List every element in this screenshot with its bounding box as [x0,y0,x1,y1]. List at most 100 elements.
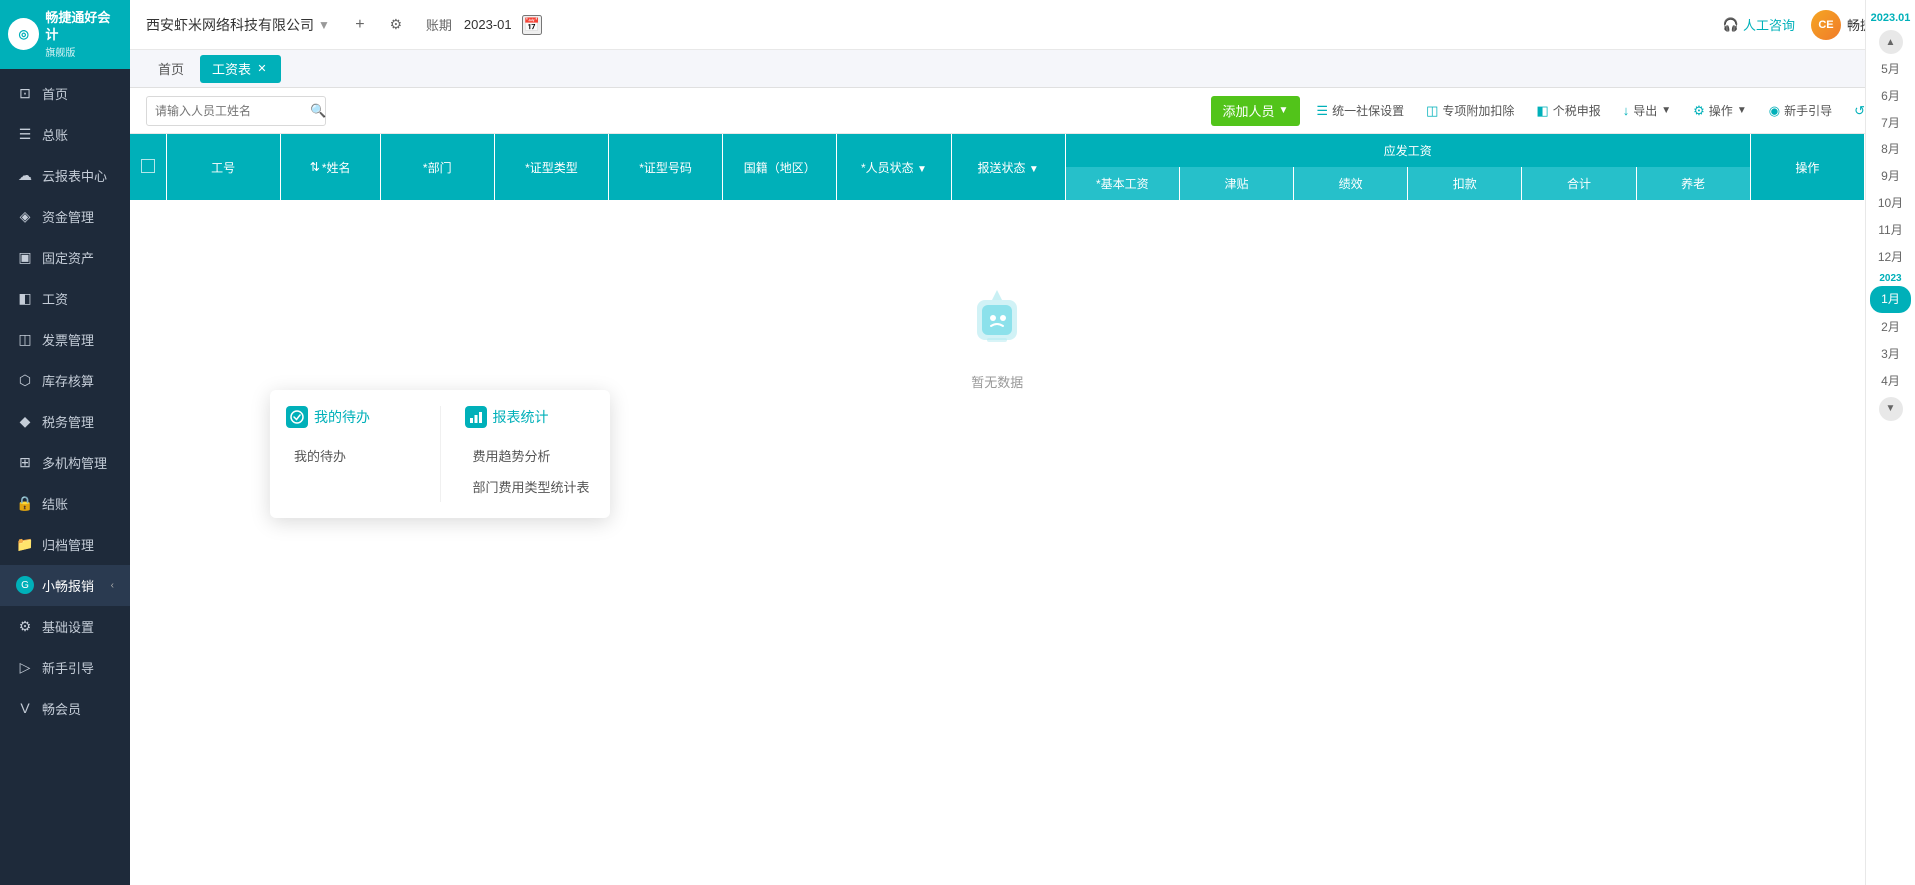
sidebar-item-archive[interactable]: 📁 归档管理 [0,524,130,565]
export-label: 导出 [1633,102,1657,119]
timeline-month-8[interactable]: 8月 [1866,136,1915,163]
sidebar-item-fund[interactable]: ◈ 资金管理 [0,196,130,237]
sidebar-item-guide[interactable]: ▷ 新手引导 [0,647,130,688]
th-department: *部门 [380,134,494,200]
sidebar-item-cloud-report[interactable]: ☁ 云报表中心 [0,155,130,196]
th-cert-type: *证型类型 [494,134,608,200]
individual-tax-button[interactable]: ◧ 个税申报 [1530,98,1606,123]
home-icon: ⊡ [16,85,34,102]
th-person-status: *人员状态 ▼ [837,134,951,200]
basic-icon: ⚙ [16,618,34,635]
sidebar-item-basic[interactable]: ⚙ 基础设置 [0,606,130,647]
timeline-month-1[interactable]: 1月 [1870,286,1911,313]
timeline-month-2[interactable]: 2月 [1866,314,1915,341]
timeline-month-11[interactable]: 11月 [1866,217,1915,244]
operations-icon: ⚙ [1693,103,1705,119]
th-cert-number: *证型号码 [609,134,723,200]
sidebar-item-tax[interactable]: ◆ 税务管理 [0,401,130,442]
sidebar-item-salary[interactable]: ◧ 工资 [0,278,130,319]
tab-salary[interactable]: 工资表 ✕ [200,55,281,83]
sidebar-item-closing[interactable]: 🔒 结账 [0,483,130,524]
timeline-month-12[interactable]: 12月 [1866,244,1915,271]
th-performance: 绩效 [1294,167,1408,200]
timeline-month-7[interactable]: 7月 [1866,110,1915,137]
th-should-pay: 应发工资 [1065,134,1750,167]
headset-icon: 🎧 [1723,17,1739,33]
sidebar-item-xiaochang[interactable]: G 小畅报销 ‹ [0,565,130,606]
dropdown-section-reports-header: 报表统计 [465,406,595,428]
tab-close-icon[interactable]: ✕ [255,62,269,76]
sidebar-item-label: 工资 [42,289,68,308]
search-box: 🔍 [146,96,326,126]
new-guide-button[interactable]: ◉ 新手引导 [1763,98,1838,123]
company-selector[interactable]: 西安虾米网络科技有限公司 ▼ [146,15,330,35]
new-guide-label: 新手引导 [1784,102,1832,119]
dropdown-item-dept-cost[interactable]: 部门费用类型统计表 [465,471,595,502]
timeline-month-5[interactable]: 5月 [1866,56,1915,83]
timeline-up-button[interactable]: ▲ [1879,30,1903,54]
add-company-button[interactable]: + [346,11,374,39]
timeline-month-10[interactable]: 10月 [1866,190,1915,217]
sidebar-item-label: 基础设置 [42,617,94,636]
th-operations: 操作 [1750,134,1864,200]
timeline-month-9[interactable]: 9月 [1866,163,1915,190]
timeline-month-3[interactable]: 3月 [1866,341,1915,368]
tax-report-icon: ◧ [1536,103,1548,119]
sidebar: ◎ 畅捷通好会计 旗舰版 ⊡ 首页 ☰ 总账 ☁ 云报表中心 ◈ 资金管理 ▣ … [0,0,130,885]
special-deduction-button[interactable]: ◫ 专项附加扣除 [1420,98,1520,123]
sidebar-item-label: 多机构管理 [42,453,107,472]
dropdown-arrow-icon: ▼ [1279,105,1289,116]
multi-org-icon: ⊞ [16,454,34,471]
social-insurance-button[interactable]: ☰ 统一社保设置 [1310,98,1410,123]
sidebar-item-inventory[interactable]: ⬡ 库存核算 [0,360,130,401]
timeline-month-4[interactable]: 4月 [1866,368,1915,395]
timeline-year-2023: 2023 [1879,270,1901,285]
invoice-icon: ◫ [16,331,34,348]
main-area: 西安虾米网络科技有限公司 ▼ + ⚙ 账期 2023-01 📅 🎧 人工咨询 C… [130,0,1915,885]
fixed-assets-icon: ▣ [16,249,34,266]
tab-home[interactable]: 首页 [146,55,196,83]
tab-salary-label: 工资表 [212,59,251,78]
tax-icon: ◆ [16,413,34,430]
toolbar: 🔍 添加人员 ▼ ☰ 统一社保设置 ◫ 专项附加扣除 ◧ 个税申报 ↓ 导出 [130,88,1915,134]
settings-icon[interactable]: ⚙ [382,11,410,39]
th-nationality: 国籍（地区） [723,134,837,200]
timeline-down-button[interactable]: ▼ [1879,397,1903,421]
tab-bar: 首页 工资表 ✕ ✕ [130,50,1915,88]
dropdown-item-my-todo[interactable]: 我的待办 [286,440,416,471]
sidebar-item-label: 小畅报销 [42,576,94,595]
sidebar-item-fixed-assets[interactable]: ▣ 固定资产 [0,237,130,278]
sidebar-item-member[interactable]: V 畅会员 [0,688,130,729]
sidebar-item-ledger[interactable]: ☰ 总账 [0,114,130,155]
add-person-label: 添加人员 [1223,101,1275,120]
calendar-icon[interactable]: 📅 [522,15,542,35]
add-person-button[interactable]: 添加人员 ▼ [1211,96,1301,126]
sidebar-item-label: 畅会员 [42,699,81,718]
archive-icon: 📁 [16,536,34,553]
th-deductions: 扣款 [1408,167,1522,200]
sidebar-item-label: 发票管理 [42,330,94,349]
period-label: 账期 [426,15,452,34]
sidebar-item-invoice[interactable]: ◫ 发票管理 [0,319,130,360]
timeline-month-6[interactable]: 6月 [1866,83,1915,110]
guide-icon: ▷ [16,659,34,676]
dropdown-item-cost-trend[interactable]: 费用趋势分析 [465,440,595,471]
operations-button[interactable]: ⚙ 操作 ▼ [1687,98,1753,123]
export-button[interactable]: ↓ 导出 ▼ [1617,98,1677,123]
search-input[interactable] [155,104,310,118]
sidebar-nav: ⊡ 首页 ☰ 总账 ☁ 云报表中心 ◈ 资金管理 ▣ 固定资产 ◧ 工资 ◫ 发… [0,69,130,885]
dropdown-divider [440,406,441,502]
export-icon: ↓ [1623,103,1630,118]
sidebar-item-multi-org[interactable]: ⊞ 多机构管理 [0,442,130,483]
export-arrow-icon: ▼ [1661,105,1671,116]
th-checkbox[interactable] [130,134,166,200]
th-basic-wage: *基本工资 [1065,167,1179,200]
app-edition: 旗舰版 [45,44,122,59]
dropdown-section-todo-header: 我的待办 [286,406,416,428]
dropdown-menu: 我的待办 我的待办 报表统计 费用趋势分析 部门费用类型统计表 [270,390,610,518]
guide-toolbar-icon: ◉ [1769,103,1780,119]
sidebar-item-label: 归档管理 [42,535,94,554]
sidebar-item-home[interactable]: ⊡ 首页 [0,73,130,114]
search-icon: 🔍 [310,103,326,119]
customer-service-button[interactable]: 🎧 人工咨询 [1723,15,1795,34]
